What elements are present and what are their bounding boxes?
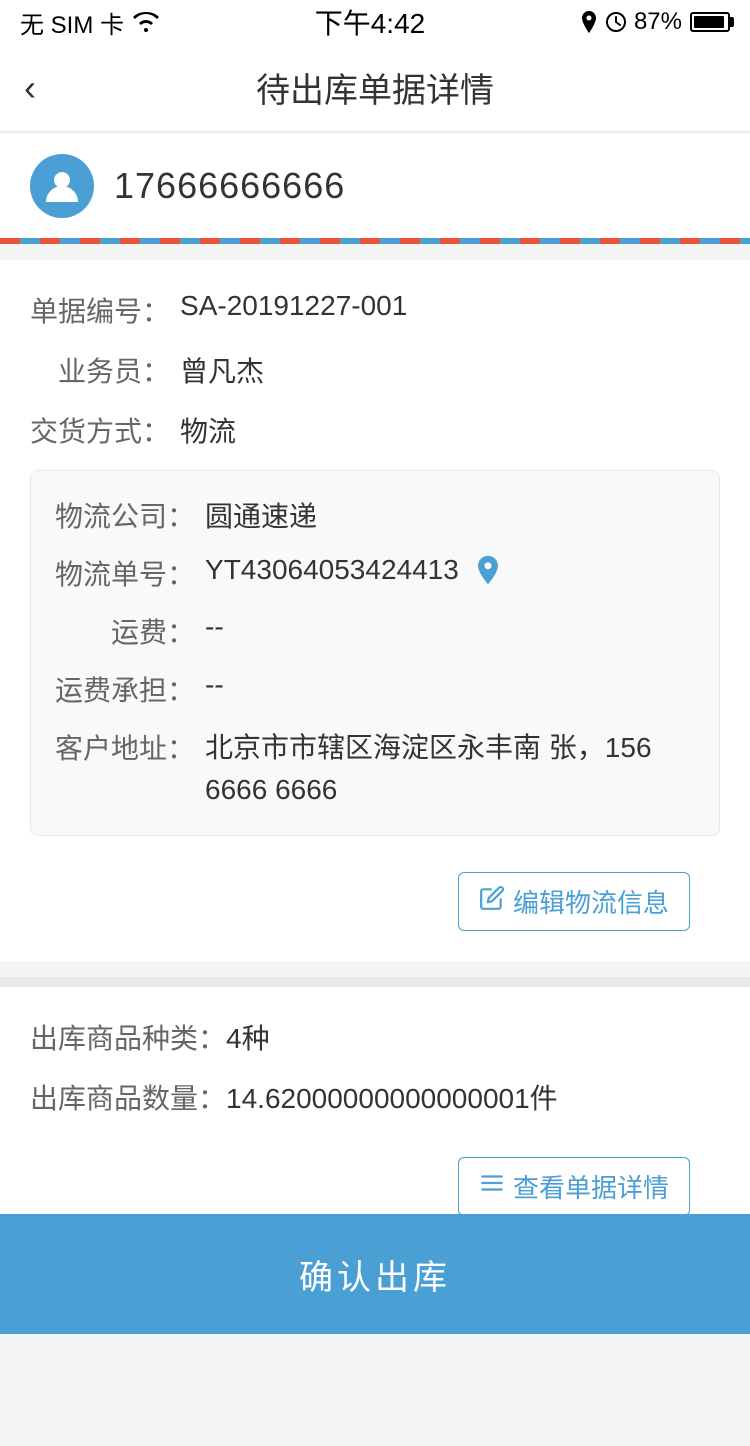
- view-button-row: 查看单据详情: [30, 1137, 720, 1216]
- user-phone: 17666666666: [114, 165, 345, 207]
- view-icon: [479, 1170, 505, 1203]
- carrier-text: 无 SIM 卡: [20, 5, 124, 40]
- logistics-address-label: 客户地址：: [55, 727, 195, 767]
- confirm-button[interactable]: 确认出库: [0, 1234, 750, 1314]
- logistics-address-row: 客户地址： 北京市市辖区海淀区永丰南 张，156 6666 6666: [55, 727, 695, 811]
- view-details-button[interactable]: 查看单据详情: [458, 1157, 690, 1216]
- salesman-row: 业务员： 曾凡杰: [30, 350, 720, 390]
- avatar-icon: [42, 166, 82, 206]
- salesman-value: 曾凡杰: [170, 350, 720, 390]
- delivery-label: 交货方式：: [30, 410, 170, 450]
- edit-button-label: 编辑物流信息: [513, 883, 669, 920]
- edit-icon: [479, 885, 505, 918]
- delivery-row: 交货方式： 物流: [30, 410, 720, 450]
- document-number-value: SA-20191227-001: [170, 290, 720, 322]
- logistics-freightbear-row: 运费承担： --: [55, 669, 695, 709]
- logistics-freightbear-label: 运费承担：: [55, 669, 195, 709]
- logistics-company-row: 物流公司： 圆通速递: [55, 495, 695, 535]
- wifi-icon: [132, 12, 160, 32]
- confirm-button-wrap: 确认出库: [0, 1214, 750, 1334]
- location-status-icon: [580, 11, 598, 33]
- battery-text: 87%: [634, 8, 682, 36]
- edit-button-row: 编辑物流信息: [30, 852, 720, 931]
- status-time: 下午4:42: [315, 2, 426, 42]
- goods-section: 出库商品种类： 4种 出库商品数量： 14.62000000000000001件…: [0, 987, 750, 1246]
- view-button-label: 查看单据详情: [513, 1168, 669, 1205]
- document-number-label: 单据编号：: [30, 290, 170, 330]
- goods-type-label: 出库商品种类：: [30, 1017, 226, 1057]
- logistics-tracking-label: 物流单号：: [55, 553, 195, 593]
- logistics-card: 物流公司： 圆通速递 物流单号： YT43064053424413 运费： --…: [30, 470, 720, 836]
- logistics-company-label: 物流公司：: [55, 495, 195, 535]
- back-button[interactable]: ‹: [24, 67, 36, 109]
- goods-quantity-value: 14.62000000000000001件: [226, 1077, 720, 1117]
- goods-type-value: 4种: [226, 1017, 720, 1057]
- page-title: 待出库单据详情: [256, 63, 494, 112]
- logistics-company-value: 圆通速递: [195, 495, 695, 535]
- logistics-freight-label: 运费：: [55, 611, 195, 651]
- user-avatar: [30, 154, 94, 218]
- goods-quantity-row: 出库商品数量： 14.62000000000000001件: [30, 1077, 720, 1117]
- logistics-address-value: 北京市市辖区海淀区永丰南 张，156 6666 6666: [195, 727, 695, 811]
- logistics-freight-row: 运费： --: [55, 611, 695, 651]
- battery-icon: [690, 12, 730, 32]
- delivery-value: 物流: [170, 410, 720, 450]
- logistics-tracking-row: 物流单号： YT43064053424413: [55, 553, 695, 593]
- dashed-separator: [0, 238, 750, 244]
- document-number-row: 单据编号： SA-20191227-001: [30, 290, 720, 330]
- section-divider: [0, 977, 750, 987]
- map-pin-icon[interactable]: [471, 553, 505, 587]
- goods-quantity-label: 出库商品数量：: [30, 1077, 226, 1117]
- clock-icon: [606, 12, 626, 32]
- logistics-freightbear-value: --: [195, 669, 695, 701]
- edit-logistics-button[interactable]: 编辑物流信息: [458, 872, 690, 931]
- status-bar-left: 无 SIM 卡: [20, 5, 160, 40]
- status-bar: 无 SIM 卡 下午4:42 87%: [0, 0, 750, 44]
- goods-type-row: 出库商品种类： 4种: [30, 1017, 720, 1057]
- document-info-section: 单据编号： SA-20191227-001 业务员： 曾凡杰 交货方式： 物流 …: [0, 260, 750, 961]
- status-bar-right: 87%: [580, 8, 730, 36]
- nav-bar: ‹ 待出库单据详情: [0, 44, 750, 132]
- user-header: 17666666666: [0, 134, 750, 238]
- logistics-freight-value: --: [195, 611, 695, 643]
- salesman-label: 业务员：: [30, 350, 170, 390]
- logistics-tracking-value: YT43064053424413: [195, 553, 695, 587]
